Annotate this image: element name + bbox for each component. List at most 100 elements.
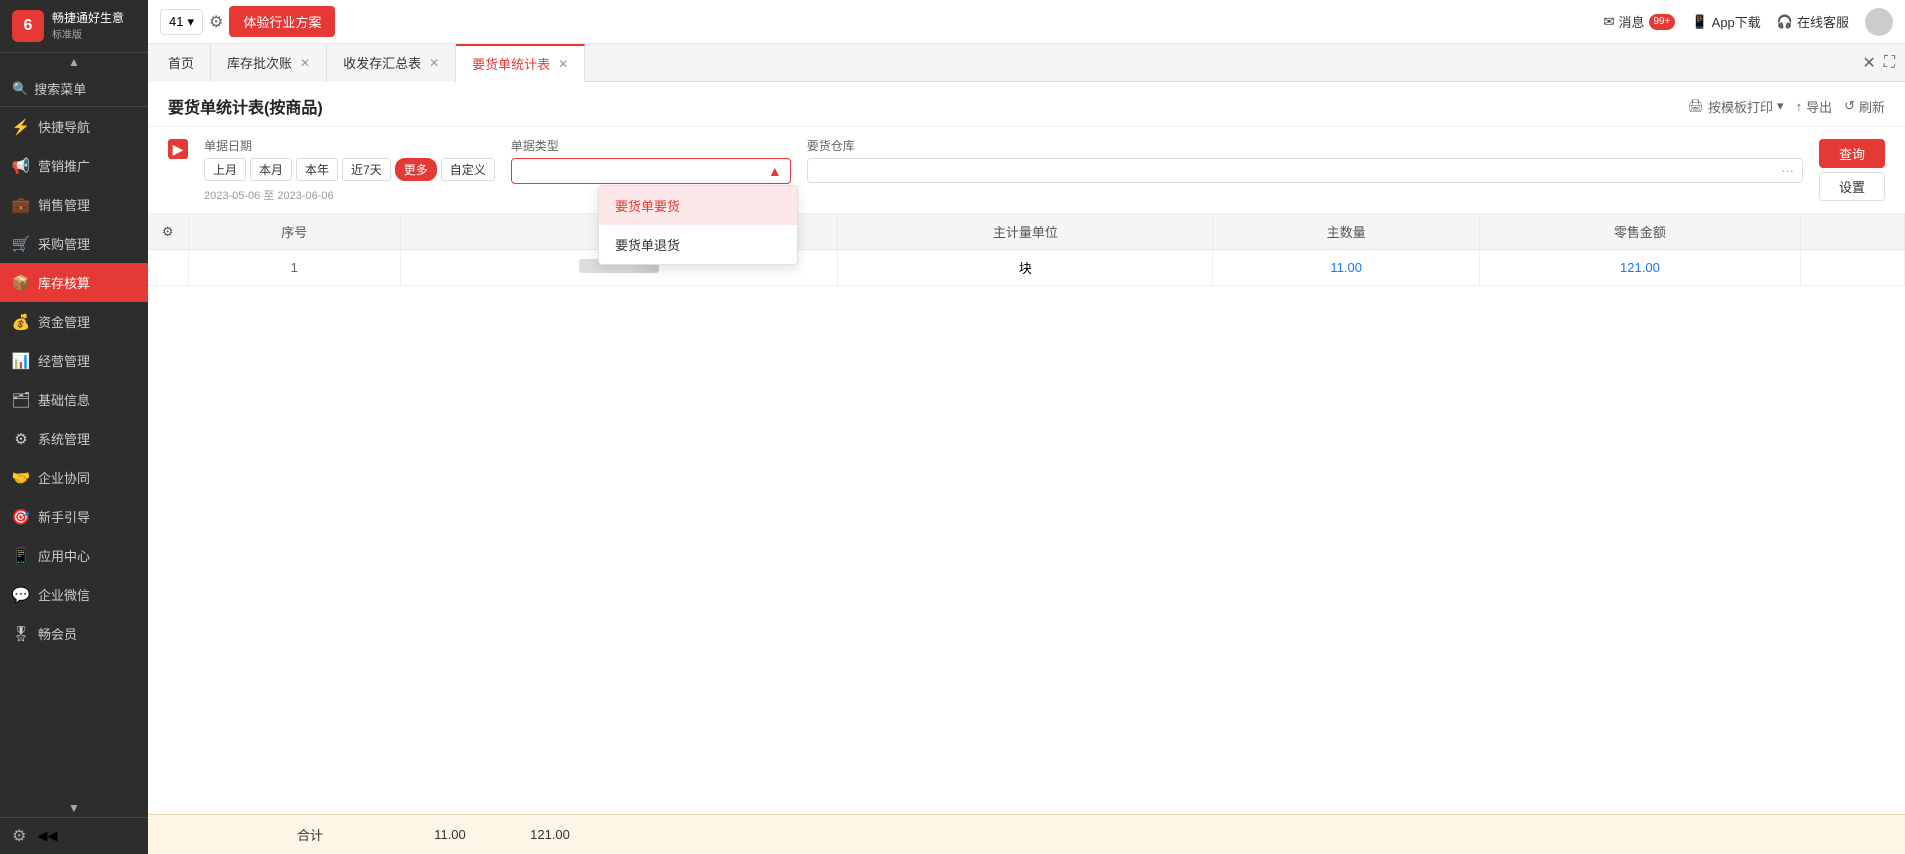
app-version: 标准版 xyxy=(52,26,124,41)
user-avatar[interactable] xyxy=(1865,8,1893,36)
query-button[interactable]: 查询 xyxy=(1819,139,1885,168)
company-selector[interactable]: 41 ▾ xyxy=(160,9,203,35)
sidebar-search[interactable]: 🔍 搜索菜单 xyxy=(0,71,148,107)
tab-inventory-batch[interactable]: 库存批次账 ✕ xyxy=(211,44,327,82)
type-filter-input[interactable] xyxy=(520,164,764,179)
sidebar-item-guide[interactable]: 🎯 新手引导 xyxy=(0,497,148,536)
date-filter-group: 单据日期 上月 本月 本年 近7天 更多 自定义 2023-05-06 至 20… xyxy=(204,137,495,203)
dropdown-item-order-return[interactable]: 要货单退货 xyxy=(599,225,797,264)
type-filter-input-container: ▲ xyxy=(511,158,791,184)
tab-order-summary-close[interactable]: ✕ xyxy=(558,57,568,71)
sidebar-collapse-button[interactable]: ◀◀ xyxy=(38,827,56,845)
date-btn-this-year[interactable]: 本年 xyxy=(296,158,338,181)
th-quantity: 主数量 xyxy=(1213,214,1480,250)
date-btn-last-month[interactable]: 上月 xyxy=(204,158,246,181)
tabbar: 首页 库存批次账 ✕ 收发存汇总表 ✕ 要货单统计表 ✕ ✕ ⛶ xyxy=(148,44,1905,82)
page-header: 要货单统计表(按商品) 🖨 按模板打印 ▾ ↑ 导出 ↺ 刷新 xyxy=(148,82,1905,127)
inventory-icon: 📦 xyxy=(12,274,30,292)
sidebar-item-marketing[interactable]: 📢 营销推广 xyxy=(0,146,148,185)
sidebar-item-purchase[interactable]: 🛒 采购管理 xyxy=(0,224,148,263)
message-btn[interactable]: ✉ 消息 99+ xyxy=(1604,12,1676,31)
sidebar-item-sales[interactable]: 💼 销售管理 xyxy=(0,185,148,224)
warehouse-filter-input[interactable] xyxy=(816,163,1777,178)
sidebar-scroll-down[interactable]: ▼ xyxy=(0,799,148,817)
page-title: 要货单统计表(按商品) xyxy=(168,94,323,118)
tab-order-summary[interactable]: 要货单统计表 ✕ xyxy=(456,44,585,82)
sidebar-bottom: ⚙ ◀◀ xyxy=(0,817,148,854)
tab-home[interactable]: 首页 xyxy=(148,44,211,82)
sidebar-item-label: 经营管理 xyxy=(38,351,90,370)
tab-inventory-batch-label: 库存批次账 xyxy=(227,53,292,72)
page-actions: 🖨 按模板打印 ▾ ↑ 导出 ↺ 刷新 xyxy=(1688,97,1886,116)
online-service-btn[interactable]: 🎧 在线客服 xyxy=(1777,12,1849,31)
warehouse-filter-input-container: ··· xyxy=(807,158,1803,183)
sidebar-item-system[interactable]: ⚙ 系统管理 xyxy=(0,419,148,458)
tab-inventory-batch-close[interactable]: ✕ xyxy=(300,56,310,70)
tab-collect-summary-close[interactable]: ✕ xyxy=(429,56,439,70)
sidebar-item-label: 企业微信 xyxy=(38,585,90,604)
export-icon: ↑ xyxy=(1796,99,1803,114)
system-icon: ⚙ xyxy=(12,430,30,448)
date-btn-custom[interactable]: 自定义 xyxy=(441,158,495,181)
sidebar-item-cooperation[interactable]: 🤝 企业协同 xyxy=(0,458,148,497)
sidebar-item-quick-nav[interactable]: ⚡ 快捷导航 xyxy=(0,107,148,146)
warehouse-filter-label: 要货仓库 xyxy=(807,137,1803,154)
export-label: 导出 xyxy=(1806,97,1832,116)
export-btn[interactable]: ↑ 导出 xyxy=(1796,97,1833,116)
sidebar-item-member[interactable]: 🎖 畅会员 xyxy=(0,614,148,653)
company-name: 41 xyxy=(169,14,183,29)
date-btn-more[interactable]: 更多 xyxy=(395,158,437,181)
sidebar-item-label: 畅会员 xyxy=(38,624,77,643)
footer-label: 合计 xyxy=(160,825,400,844)
sidebar-item-operations[interactable]: 📊 经营管理 xyxy=(0,341,148,380)
td-amount[interactable]: 121.00 xyxy=(1480,250,1801,286)
search-icon: 🔍 xyxy=(12,81,28,97)
print-chevron-icon: ▾ xyxy=(1777,98,1784,114)
warehouse-more-icon[interactable]: ··· xyxy=(1781,163,1794,178)
sidebar-item-label: 销售管理 xyxy=(38,195,90,214)
dropdown-item-order-goods[interactable]: 要货单要货 xyxy=(599,186,797,225)
topbar-left: 41 ▾ ⚙ 体验行业方案 xyxy=(160,6,1596,37)
sidebar-item-label: 系统管理 xyxy=(38,429,90,448)
print-btn[interactable]: 🖨 按模板打印 ▾ xyxy=(1688,97,1784,116)
page-content: 要货单统计表(按商品) 🖨 按模板打印 ▾ ↑ 导出 ↺ 刷新 ▶ xyxy=(148,82,1905,854)
topbar: 41 ▾ ⚙ 体验行业方案 ✉ 消息 99+ 📱 App下载 🎧 在线客服 xyxy=(148,0,1905,44)
td-index: 1 xyxy=(188,250,401,286)
topbar-right: ✉ 消息 99+ 📱 App下载 🎧 在线客服 xyxy=(1604,8,1893,36)
topbar-gear-icon[interactable]: ⚙ xyxy=(209,12,223,32)
app-download-btn[interactable]: 📱 App下载 xyxy=(1691,12,1760,31)
sidebar: 6 畅捷通好生意 标准版 ▲ 🔍 搜索菜单 ⚡ 快捷导航 📢 营销推广 💼 销售… xyxy=(0,0,148,854)
data-table-container: ⚙ 序号 商品 主计量单位 主数量 零售金额 1 xyxy=(148,214,1905,814)
print-icon: 🖨 xyxy=(1688,98,1705,114)
sidebar-scroll-up[interactable]: ▲ xyxy=(0,53,148,71)
sidebar-item-wechat[interactable]: 💬 企业微信 xyxy=(0,575,148,614)
td-unit: 块 xyxy=(838,250,1213,286)
message-icon: ✉ xyxy=(1604,14,1615,30)
date-filter-buttons: 上月 本月 本年 近7天 更多 自定义 xyxy=(204,158,495,181)
tab-collect-summary[interactable]: 收发存汇总表 ✕ xyxy=(327,44,456,82)
refresh-btn[interactable]: ↺ 刷新 xyxy=(1844,97,1885,116)
footer-amount: 121.00 xyxy=(500,827,600,842)
sidebar-item-app-center[interactable]: 📱 应用中心 xyxy=(0,536,148,575)
filter-expand-button[interactable]: ▶ xyxy=(168,139,188,159)
settings-button[interactable]: 设置 xyxy=(1819,172,1885,201)
tab-expand-btn[interactable]: ⛶ xyxy=(1882,52,1897,74)
td-quantity[interactable]: 11.00 xyxy=(1213,250,1480,286)
tabbar-right: ✕ ⛶ xyxy=(1860,51,1905,75)
message-badge: 99+ xyxy=(1649,14,1676,30)
td-empty xyxy=(148,250,188,286)
type-filter-chevron-icon[interactable]: ▲ xyxy=(768,163,782,179)
th-settings[interactable]: ⚙ xyxy=(148,214,188,250)
date-btn-7days[interactable]: 近7天 xyxy=(342,158,391,181)
settings-bottom-icon[interactable]: ⚙ xyxy=(12,826,26,846)
sidebar-item-label: 新手引导 xyxy=(38,507,90,526)
date-btn-this-month[interactable]: 本月 xyxy=(250,158,292,181)
tab-close-all-btn[interactable]: ✕ xyxy=(1860,51,1877,75)
type-dropdown: 要货单要货 要货单退货 xyxy=(598,185,798,265)
industry-btn[interactable]: 体验行业方案 xyxy=(229,6,335,37)
sidebar-item-basic-info[interactable]: 🗂 基础信息 xyxy=(0,380,148,419)
chevron-down-icon: ▾ xyxy=(187,14,194,30)
table-row: 1 块 11.00 121.00 xyxy=(148,250,1905,286)
sidebar-item-inventory[interactable]: 📦 库存核算 xyxy=(0,263,148,302)
sidebar-item-finance[interactable]: 💰 资金管理 xyxy=(0,302,148,341)
